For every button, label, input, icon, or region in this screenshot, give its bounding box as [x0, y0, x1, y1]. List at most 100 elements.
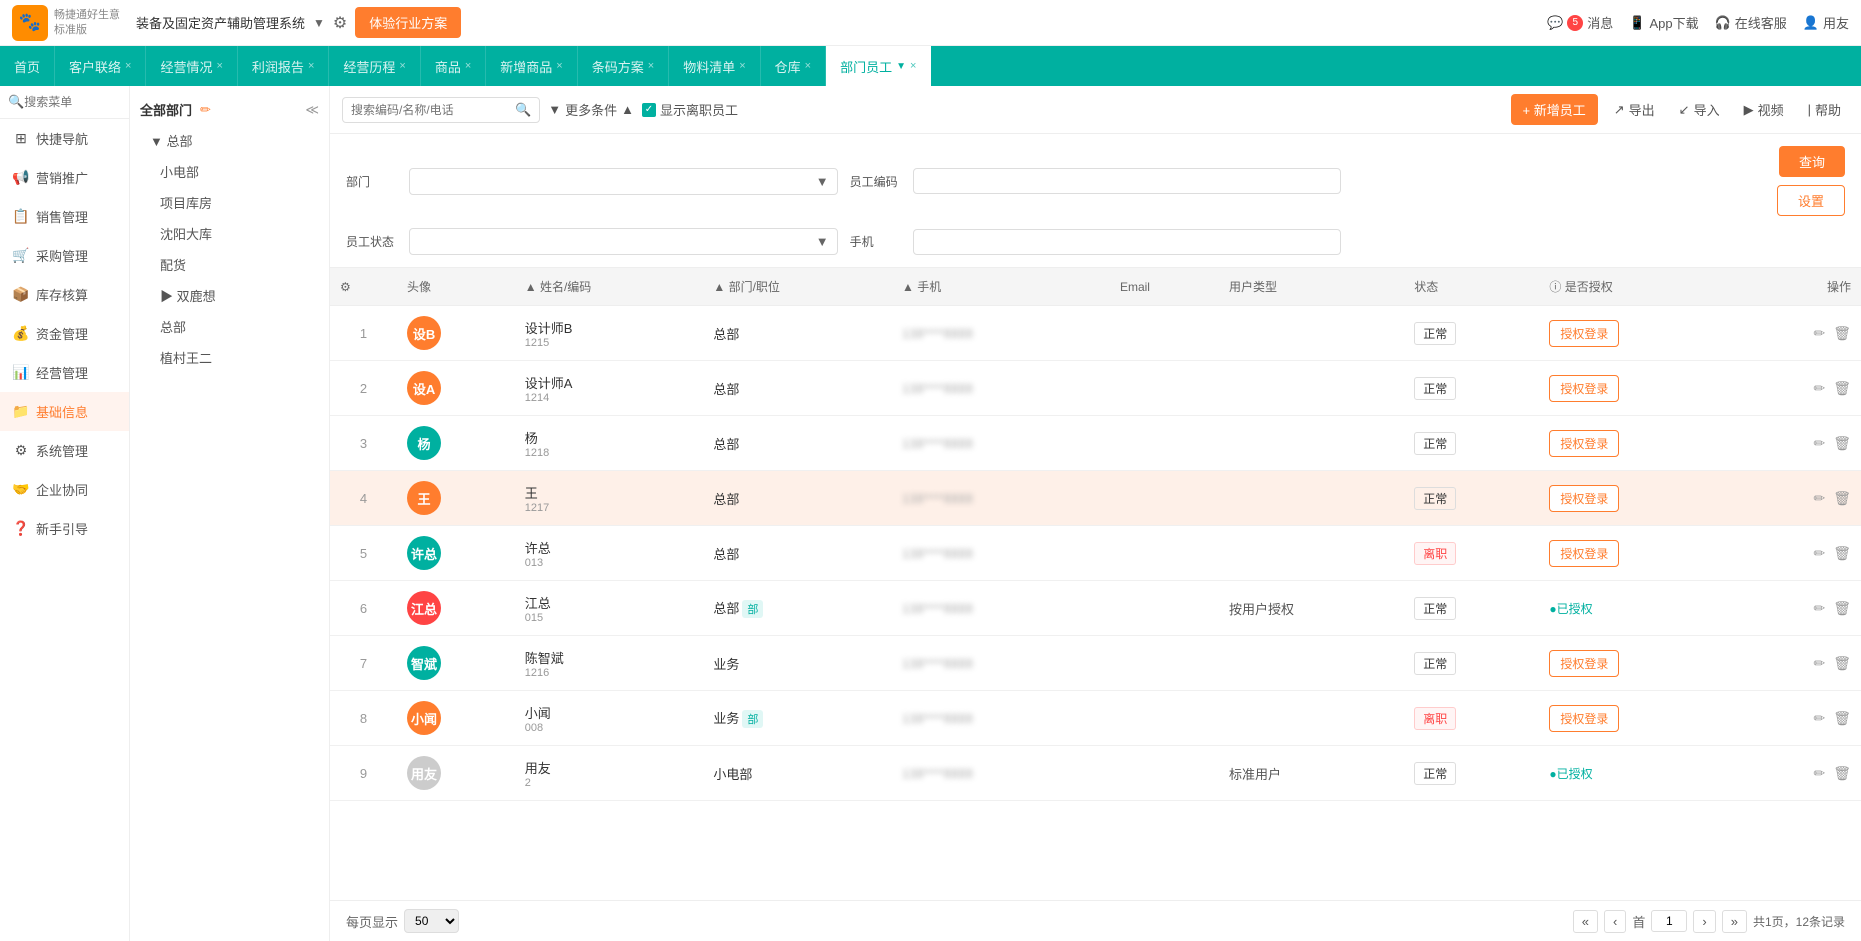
sidebar-item-basic-info[interactable]: 📁 基础信息: [0, 392, 129, 431]
dept-filter-select[interactable]: ▼: [409, 168, 838, 195]
nav-tab-经营情况[interactable]: 经营情况 ×: [146, 46, 237, 86]
user-item[interactable]: 👤 用友: [1803, 13, 1849, 32]
app-download-item[interactable]: 📱 App下载: [1629, 13, 1698, 32]
nav-tab-条码方案[interactable]: 条码方案 ×: [578, 46, 669, 86]
page-number-input[interactable]: [1651, 910, 1687, 932]
auth-login-btn[interactable]: 授权登录: [1549, 320, 1619, 347]
dept-edit-icon[interactable]: ✏: [200, 102, 211, 118]
edit-btn[interactable]: ✏: [1813, 600, 1825, 617]
reset-btn[interactable]: 设置: [1777, 185, 1845, 216]
first-page-btn[interactable]: «: [1573, 910, 1598, 933]
edit-btn[interactable]: ✏: [1813, 435, 1825, 452]
nav-tab-首页[interactable]: 首页: [0, 46, 55, 86]
page-size-select[interactable]: 102050100: [404, 909, 459, 933]
dept-item-总部[interactable]: 总部: [130, 311, 329, 342]
last-page-btn[interactable]: »: [1722, 910, 1747, 933]
delete-btn[interactable]: 🗑: [1833, 710, 1851, 727]
nav-tab-客户联络[interactable]: 客户联络 ×: [55, 46, 146, 86]
nav-tab-部门员工[interactable]: 部门员工 ▼ ×: [826, 46, 931, 86]
message-item[interactable]: 💬 5 消息: [1547, 13, 1613, 32]
next-page-btn[interactable]: ›: [1693, 910, 1715, 933]
nav-tab-新增商品[interactable]: 新增商品 ×: [486, 46, 577, 86]
sidebar-item-purchase[interactable]: 🛒 采购管理: [0, 236, 129, 275]
edit-btn[interactable]: ✏: [1813, 710, 1825, 727]
dept-item-总部[interactable]: ▼ 总部: [130, 125, 329, 156]
sidebar-item-quick-nav[interactable]: ⊞ 快捷导航: [0, 119, 129, 158]
dept-collapse-icon[interactable]: ≪: [305, 102, 319, 118]
import-btn[interactable]: ↙ 导入: [1671, 96, 1728, 123]
nav-tab-利润报告[interactable]: 利润报告 ×: [238, 46, 329, 86]
search-icon[interactable]: 🔍: [515, 102, 531, 118]
table-header-actions: 操作: [1736, 268, 1861, 306]
col-actions: ✏ 🗑: [1736, 361, 1861, 416]
nav-tab-物料清单[interactable]: 物料清单 ×: [669, 46, 760, 86]
dept-item-植村王二[interactable]: 植村王二: [130, 342, 329, 373]
employee-search-box[interactable]: 🔍: [342, 97, 540, 123]
export-btn[interactable]: ↗ 导出: [1606, 96, 1663, 123]
edit-btn[interactable]: ✏: [1813, 545, 1825, 562]
table-row: 7智斌陈智斌1216业务138****8888正常授权登录 ✏ 🗑: [330, 636, 1861, 691]
delete-btn[interactable]: 🗑: [1833, 435, 1851, 452]
query-btn[interactable]: 查询: [1779, 146, 1845, 177]
nav-tab-商品[interactable]: 商品 ×: [421, 46, 486, 86]
nav-tab-经营历程[interactable]: 经营历程 ×: [329, 46, 420, 86]
dept-filter-label: 部门: [346, 173, 401, 190]
system-dropdown-btn[interactable]: ▼: [313, 16, 325, 30]
sidebar-item-finance[interactable]: 💰 资金管理: [0, 314, 129, 353]
auth-login-btn[interactable]: 授权登录: [1549, 430, 1619, 457]
delete-btn[interactable]: 🗑: [1833, 600, 1851, 617]
edit-btn[interactable]: ✏: [1813, 655, 1825, 672]
dept-item-配货[interactable]: 配货: [130, 249, 329, 280]
sidebar-item-enterprise[interactable]: 🤝 企业协同: [0, 470, 129, 509]
view-btn[interactable]: ▶ 视频: [1736, 96, 1792, 123]
edit-btn[interactable]: ✏: [1813, 490, 1825, 507]
nav-tab-仓库[interactable]: 仓库 ×: [761, 46, 826, 86]
auth-login-btn[interactable]: 授权登录: [1549, 540, 1619, 567]
auth-login-btn[interactable]: 授权登录: [1549, 705, 1619, 732]
table-row: 1设B设计师B1215总部138****8888正常授权登录 ✏ 🗑: [330, 306, 1861, 361]
avatar: 杨: [407, 426, 441, 460]
sidebar-search-input[interactable]: [24, 95, 130, 109]
sidebar-item-inventory[interactable]: 📦 库存核算: [0, 275, 129, 314]
delete-btn[interactable]: 🗑: [1833, 325, 1851, 342]
online-service-item[interactable]: 🎧 在线客服: [1715, 13, 1787, 32]
auth-login-btn[interactable]: 授权登录: [1549, 650, 1619, 677]
dept-item-小电部[interactable]: 小电部: [130, 156, 329, 187]
sidebar-item-marketing[interactable]: 📢 营销推广: [0, 158, 129, 197]
help-btn[interactable]: | 帮助: [1800, 96, 1849, 123]
try-industry-btn[interactable]: 体验行业方案: [355, 7, 461, 38]
col-usertype: [1219, 361, 1404, 416]
delete-btn[interactable]: 🗑: [1833, 765, 1851, 782]
dept-item-沈阳大库[interactable]: 沈阳大库: [130, 218, 329, 249]
auth-login-btn[interactable]: 授权登录: [1549, 375, 1619, 402]
sidebar-search-box[interactable]: 🔍: [0, 86, 129, 119]
edit-btn[interactable]: ✏: [1813, 765, 1825, 782]
gear-settings-btn[interactable]: ⚙: [333, 13, 347, 33]
show-former-check[interactable]: ✓ 显示离职员工: [642, 100, 738, 119]
phone-filter-input[interactable]: [913, 229, 1342, 255]
edit-btn[interactable]: ✏: [1813, 325, 1825, 342]
page-size-area: 每页显示 102050100: [346, 909, 459, 933]
sidebar-item-system[interactable]: ⚙ 系统管理: [0, 431, 129, 470]
empstatus-filter-select[interactable]: ▼: [409, 228, 838, 255]
sidebar-item-sales[interactable]: 📋 销售管理: [0, 197, 129, 236]
edit-btn[interactable]: ✏: [1813, 380, 1825, 397]
col-usertype: [1219, 636, 1404, 691]
more-filter-btn[interactable]: ▼ 更多条件 ▲: [548, 100, 634, 119]
emp-code: 2: [525, 777, 694, 789]
dept-item-双鹿想[interactable]: ▶ 双鹿想: [130, 280, 329, 311]
dept-item-项目库房[interactable]: 项目库房: [130, 187, 329, 218]
employee-search-input[interactable]: [351, 103, 511, 117]
sidebar-item-guide[interactable]: ❓ 新手引导: [0, 509, 129, 548]
emp-code: 1216: [525, 667, 694, 679]
prev-page-btn[interactable]: ‹: [1604, 910, 1626, 933]
delete-btn[interactable]: 🗑: [1833, 655, 1851, 672]
empcode-filter-input[interactable]: [913, 168, 1342, 194]
delete-btn[interactable]: 🗑: [1833, 545, 1851, 562]
auth-login-btn[interactable]: 授权登录: [1549, 485, 1619, 512]
add-employee-btn[interactable]: + 新增员工: [1511, 94, 1598, 125]
delete-btn[interactable]: 🗑: [1833, 380, 1851, 397]
filter-form: 部门 ▼ 员工编码 查询 设置 员工: [330, 134, 1861, 268]
sidebar-item-operation[interactable]: 📊 经营管理: [0, 353, 129, 392]
delete-btn[interactable]: 🗑: [1833, 490, 1851, 507]
